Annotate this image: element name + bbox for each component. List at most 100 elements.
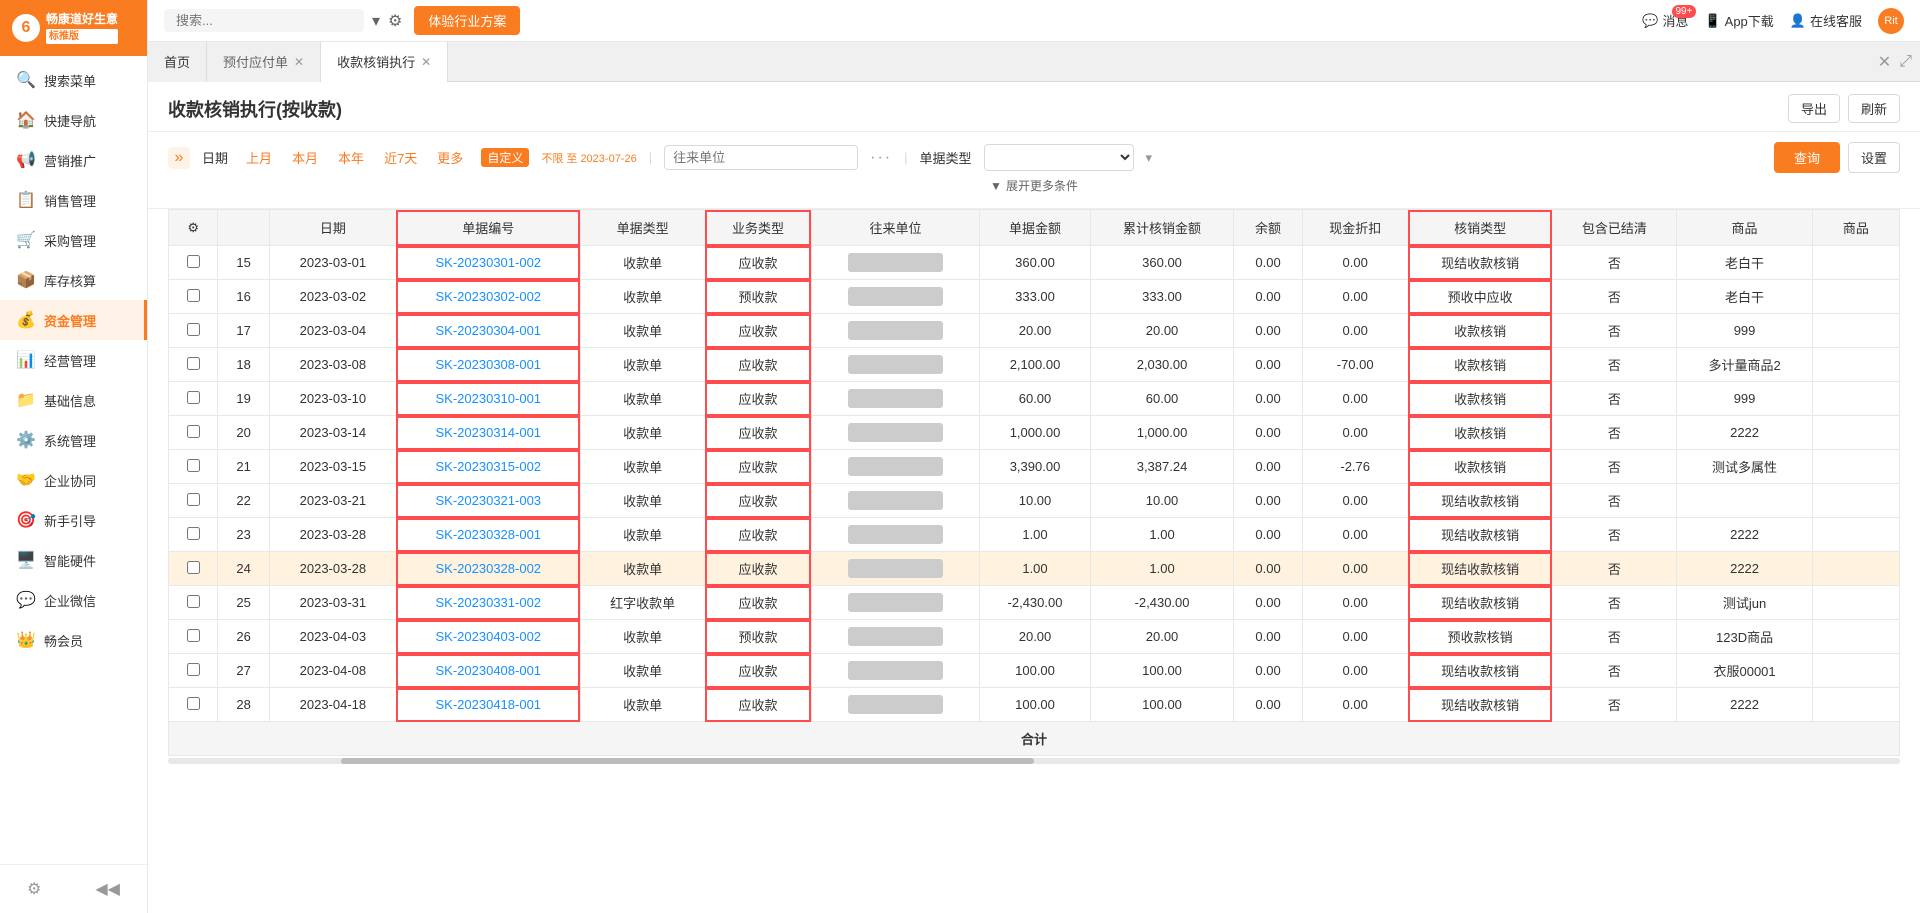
sidebar-item-basic[interactable]: 📁基础信息 [0, 380, 147, 420]
tab-close-collection[interactable]: ✕ [421, 55, 431, 69]
row-check[interactable] [169, 416, 218, 450]
row-checkbox[interactable] [187, 595, 200, 608]
voucher-link[interactable]: SK-20230403-002 [436, 629, 542, 644]
sidebar-item-member[interactable]: 👑畅会员 [0, 620, 147, 660]
sidebar-item-nav[interactable]: 🏠快捷导航 [0, 100, 147, 140]
date-filter-4[interactable]: 更多 [431, 146, 469, 169]
horizontal-scrollbar[interactable] [168, 758, 1900, 764]
tab-expand-icon[interactable]: ⤢ [1899, 53, 1912, 71]
voucher-link[interactable]: SK-20230301-002 [436, 255, 542, 270]
row-check[interactable] [169, 280, 218, 314]
collapse-icon[interactable]: ◀◀ [89, 873, 126, 905]
query-button[interactable]: 查询 [1774, 142, 1840, 173]
custom-date-btn[interactable]: 自定义 [481, 148, 529, 167]
row-checkbox[interactable] [187, 459, 200, 472]
row-checkbox[interactable] [187, 663, 200, 676]
sidebar-item-search[interactable]: 🔍搜索菜单 [0, 60, 147, 100]
sidebar-item-sales[interactable]: 📋销售管理 [0, 180, 147, 220]
filter-settings-button[interactable]: 设置 [1848, 142, 1900, 173]
row-check[interactable] [169, 348, 218, 382]
row-check[interactable] [169, 246, 218, 280]
party-dots[interactable]: ··· [870, 149, 892, 167]
row-checkbox[interactable] [187, 391, 200, 404]
online-service-link[interactable]: 👤 在线客服 [1790, 11, 1862, 30]
tab-close-prepay[interactable]: ✕ [294, 55, 304, 69]
row-checkbox[interactable] [187, 629, 200, 642]
voucher-link[interactable]: SK-20230331-002 [436, 595, 542, 610]
voucher-link[interactable]: SK-20230328-001 [436, 527, 542, 542]
party-input[interactable] [664, 145, 858, 170]
row-biz-type: 应收款 [705, 484, 811, 518]
tab-prepay[interactable]: 预付应付单✕ [207, 42, 321, 82]
row-check[interactable] [169, 552, 218, 586]
row-checkbox[interactable] [187, 289, 200, 302]
sidebar-item-system[interactable]: ⚙️系统管理 [0, 420, 147, 460]
voucher-link[interactable]: SK-20230321-003 [436, 493, 542, 508]
sidebar-item-operation[interactable]: 📊经营管理 [0, 340, 147, 380]
sidebar-item-purchase[interactable]: 🛒采购管理 [0, 220, 147, 260]
row-party: ██████ [811, 688, 980, 722]
sidebar-bottom: ⚙ ◀◀ [0, 864, 147, 913]
row-check[interactable] [169, 620, 218, 654]
tab-collection[interactable]: 收款核销执行✕ [321, 42, 448, 82]
row-check[interactable] [169, 586, 218, 620]
voucher-link[interactable]: SK-20230308-001 [436, 357, 542, 372]
voucher-link[interactable]: SK-20230328-002 [436, 561, 542, 576]
app-download-link[interactable]: 📱 App下载 [1704, 11, 1773, 30]
row-check[interactable] [169, 382, 218, 416]
voucher-link[interactable]: SK-20230315-002 [436, 459, 542, 474]
row-goods: 2222 [1677, 688, 1812, 722]
row-checkbox[interactable] [187, 357, 200, 370]
row-checkbox[interactable] [187, 493, 200, 506]
tab-home[interactable]: 首页 [148, 42, 207, 82]
voucher-type-select[interactable] [984, 144, 1134, 171]
date-filter-0[interactable]: 上月 [240, 146, 278, 169]
sidebar-item-enterprise[interactable]: 🤝企业协同 [0, 460, 147, 500]
topbar-search-input[interactable] [164, 9, 364, 32]
voucher-link[interactable]: SK-20230418-001 [436, 697, 542, 712]
sidebar-item-inventory[interactable]: 📦库存核算 [0, 260, 147, 300]
sidebar-item-guide[interactable]: 🎯新手引导 [0, 500, 147, 540]
tab-close-all-icon[interactable]: ✕ [1878, 52, 1891, 72]
refresh-button[interactable]: 刷新 [1848, 94, 1900, 123]
row-check[interactable] [169, 654, 218, 688]
sidebar-item-marketing[interactable]: 📢营销推广 [0, 140, 147, 180]
voucher-link[interactable]: SK-20230310-001 [436, 391, 542, 406]
row-checkbox[interactable] [187, 527, 200, 540]
settings-bottom-icon[interactable]: ⚙ [21, 873, 47, 905]
row-checkbox[interactable] [187, 425, 200, 438]
date-filter-2[interactable]: 本年 [332, 146, 370, 169]
row-checkbox[interactable] [187, 255, 200, 268]
gear-icon[interactable]: ⚙ [388, 11, 402, 31]
filter-expand-btn[interactable]: » [168, 147, 190, 169]
row-voucher-no: SK-20230321-003 [396, 484, 580, 518]
row-party: ██████ [811, 348, 980, 382]
voucher-link[interactable]: SK-20230302-002 [436, 289, 542, 304]
expand-more-btn[interactable]: ▼ 展开更多条件 [168, 173, 1900, 198]
sidebar-item-wechat[interactable]: 💬企业微信 [0, 580, 147, 620]
row-cancel-type: 预收中应收 [1408, 280, 1552, 314]
date-filter-1[interactable]: 本月 [286, 146, 324, 169]
row-checkbox[interactable] [187, 697, 200, 710]
industry-btn[interactable]: 体验行业方案 [414, 6, 520, 35]
export-button[interactable]: 导出 [1788, 94, 1840, 123]
topbar-settings-icon[interactable]: ▾ [372, 11, 380, 31]
date-filter-3[interactable]: 近7天 [378, 146, 423, 169]
row-checkbox[interactable] [187, 323, 200, 336]
voucher-link[interactable]: SK-20230408-001 [436, 663, 542, 678]
th-settings[interactable]: ⚙ [169, 210, 218, 246]
row-check[interactable] [169, 688, 218, 722]
voucher-link[interactable]: SK-20230314-001 [436, 425, 542, 440]
row-check[interactable] [169, 518, 218, 552]
sidebar-item-hardware[interactable]: 🖥️智能硬件 [0, 540, 147, 580]
voucher-link[interactable]: SK-20230304-001 [436, 323, 542, 338]
row-check[interactable] [169, 450, 218, 484]
message-icon[interactable]: 💬 消息 99+ [1642, 11, 1688, 30]
row-check[interactable] [169, 484, 218, 518]
row-checkbox[interactable] [187, 561, 200, 574]
sidebar-item-finance[interactable]: 💰资金管理 [0, 300, 147, 340]
row-check[interactable] [169, 314, 218, 348]
row-party: ██████ [811, 416, 980, 450]
th-voucher-type: 单据类型 [580, 210, 705, 246]
avatar[interactable]: Rit [1878, 8, 1904, 34]
